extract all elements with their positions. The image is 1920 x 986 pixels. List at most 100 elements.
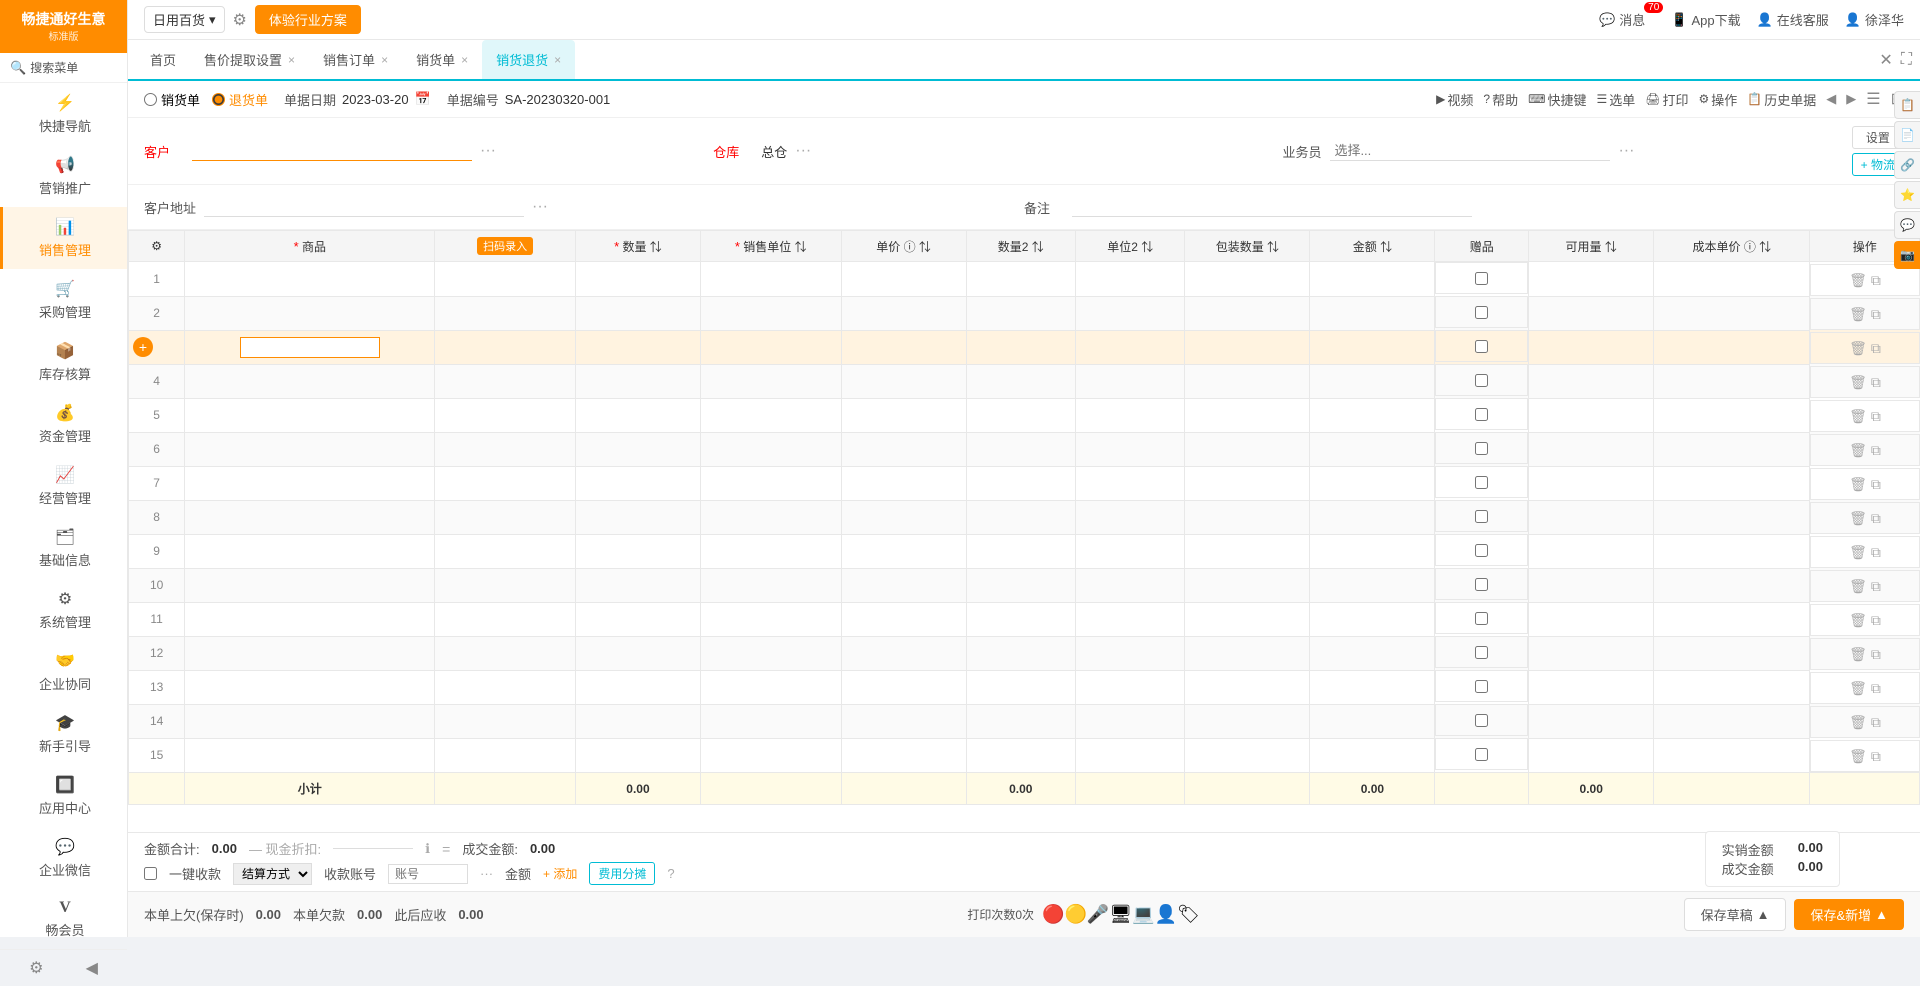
message-btn[interactable]: 💬 消息 70 (1599, 10, 1655, 29)
app-download-btn[interactable]: 📱 App下载 (1671, 10, 1740, 29)
sidebar-item-weixin[interactable]: 💬 企业微信 (0, 827, 127, 889)
amount-cell-3[interactable] (1310, 330, 1435, 364)
pack-qty-cell-13[interactable] (1185, 670, 1310, 704)
discount-input[interactable] (333, 848, 413, 849)
unit-cell-10[interactable] (700, 568, 841, 602)
qty2-cell-2[interactable] (966, 296, 1075, 330)
unit-cell-8[interactable] (700, 500, 841, 534)
amount-cell-11[interactable] (1310, 602, 1435, 636)
sidebar-item-xitong[interactable]: ⚙ 系统管理 (0, 579, 127, 641)
amount-cell-7[interactable] (1310, 466, 1435, 500)
view-list-btn[interactable]: ☰ (1866, 89, 1880, 109)
radio-return-input[interactable] (212, 93, 225, 106)
amount-cell-13[interactable] (1310, 670, 1435, 704)
select-btn[interactable]: ☰ 选单 (1596, 90, 1635, 109)
unit2-cell-5[interactable] (1076, 398, 1185, 432)
unit-cell-13[interactable] (700, 670, 841, 704)
tab-sale-out[interactable]: 销货单 × (402, 40, 482, 81)
qty2-cell-15[interactable] (966, 738, 1075, 773)
copy-btn-10[interactable]: ⧉ (1871, 578, 1881, 595)
amount-cell-14[interactable] (1310, 704, 1435, 738)
delete-btn-11[interactable]: 🗑 (1849, 612, 1867, 629)
sidebar-settings-btn[interactable]: ⚙ (29, 958, 43, 978)
sidebar-item-xinshou[interactable]: 🎓 新手引导 (0, 703, 127, 765)
gift-checkbox-11[interactable] (1475, 612, 1488, 625)
qty-cell-11[interactable] (575, 602, 700, 636)
address-input[interactable] (204, 197, 524, 217)
pack-qty-cell-7[interactable] (1185, 466, 1310, 500)
experience-btn[interactable]: 体验行业方案 (255, 5, 361, 34)
tab-sale-return[interactable]: 销货退货 × (482, 40, 575, 81)
unit2-cell-6[interactable] (1076, 432, 1185, 466)
fee-btn[interactable]: 费用分摊 (589, 862, 655, 885)
tab-home[interactable]: 首页 (136, 40, 190, 81)
qty2-cell-8[interactable] (966, 500, 1075, 534)
sidebar-item-yingyong[interactable]: 🔲 应用中心 (0, 765, 127, 827)
unit2-cell-13[interactable] (1076, 670, 1185, 704)
customer-input[interactable] (192, 141, 472, 161)
gift-checkbox-3[interactable] (1475, 340, 1488, 353)
pack-qty-cell-5[interactable] (1185, 398, 1310, 432)
print-btn[interactable]: 🖨 打印 (1645, 90, 1688, 109)
salesperson-dots-btn[interactable]: ··· (1618, 142, 1634, 160)
one-click-checkbox[interactable] (144, 867, 157, 880)
unit-cell-4[interactable] (700, 364, 841, 398)
pack-qty-cell-6[interactable] (1185, 432, 1310, 466)
delete-btn-10[interactable]: 🗑 (1849, 578, 1867, 595)
unit-price-cell-14[interactable] (841, 704, 966, 738)
product-cell-12[interactable] (185, 636, 435, 670)
tab-sale-price-close[interactable]: × (288, 53, 295, 67)
delete-btn-14[interactable]: 🗑 (1849, 714, 1867, 731)
qty-cell-14[interactable] (575, 704, 700, 738)
salesperson-input[interactable] (1330, 141, 1610, 161)
pack-qty-cell-10[interactable] (1185, 568, 1310, 602)
pack-qty-cell-11[interactable] (1185, 602, 1310, 636)
account-input[interactable] (388, 864, 468, 884)
gift-checkbox-1[interactable] (1475, 272, 1488, 285)
product-cell-13[interactable] (185, 670, 435, 704)
sidebar-item-qiye[interactable]: 🤝 企业协同 (0, 641, 127, 703)
unit-cell-15[interactable] (700, 738, 841, 773)
qty-cell-2[interactable] (575, 296, 700, 330)
next-btn[interactable]: ▶ (1846, 91, 1856, 107)
add-row-btn[interactable]: + (133, 337, 153, 357)
product-cell-3[interactable] (185, 330, 435, 364)
qty-cell-8[interactable] (575, 500, 700, 534)
unit2-cell-4[interactable] (1076, 364, 1185, 398)
tab-sale-order-close[interactable]: × (381, 53, 388, 67)
amount-cell-15[interactable] (1310, 738, 1435, 773)
sidebar-item-jingying[interactable]: 📈 经营管理 (0, 455, 127, 517)
qty-cell-10[interactable] (575, 568, 700, 602)
copy-btn-14[interactable]: ⧉ (1871, 714, 1881, 731)
unit2-cell-10[interactable] (1076, 568, 1185, 602)
unit2-cell-3[interactable] (1076, 330, 1185, 364)
save-draft-btn[interactable]: 保存草稿 ▲ (1684, 898, 1787, 931)
unit-price-cell-6[interactable] (841, 432, 966, 466)
qty2-cell-1[interactable] (966, 262, 1075, 297)
product-cell-2[interactable] (185, 296, 435, 330)
right-panel-btn-1[interactable]: 📋 (1894, 91, 1920, 119)
unit-price-cell-15[interactable] (841, 738, 966, 773)
unit-price-cell-4[interactable] (841, 364, 966, 398)
gift-checkbox-9[interactable] (1475, 544, 1488, 557)
delete-btn-1[interactable]: 🗑 (1849, 272, 1867, 289)
delete-btn-6[interactable]: 🗑 (1849, 442, 1867, 459)
unit2-cell-14[interactable] (1076, 704, 1185, 738)
unit2-cell-11[interactable] (1076, 602, 1185, 636)
gift-checkbox-8[interactable] (1475, 510, 1488, 523)
account-dots-btn[interactable]: ··· (480, 866, 493, 881)
qty-cell-6[interactable] (575, 432, 700, 466)
unit-price-cell-2[interactable] (841, 296, 966, 330)
amount-cell-6[interactable] (1310, 432, 1435, 466)
unit2-cell-1[interactable] (1076, 262, 1185, 297)
product-cell-5[interactable] (185, 398, 435, 432)
delete-btn-12[interactable]: 🗑 (1849, 646, 1867, 663)
topbar-gear-btn[interactable]: ⚙ (233, 10, 247, 30)
help-btn[interactable]: ? 帮助 (1483, 90, 1518, 109)
sidebar-collapse-btn[interactable]: ◀ (86, 958, 98, 978)
gift-checkbox-2[interactable] (1475, 306, 1488, 319)
gift-checkbox-13[interactable] (1475, 680, 1488, 693)
product-cell-10[interactable] (185, 568, 435, 602)
product-cell-9[interactable] (185, 534, 435, 568)
delete-btn-9[interactable]: 🗑 (1849, 544, 1867, 561)
